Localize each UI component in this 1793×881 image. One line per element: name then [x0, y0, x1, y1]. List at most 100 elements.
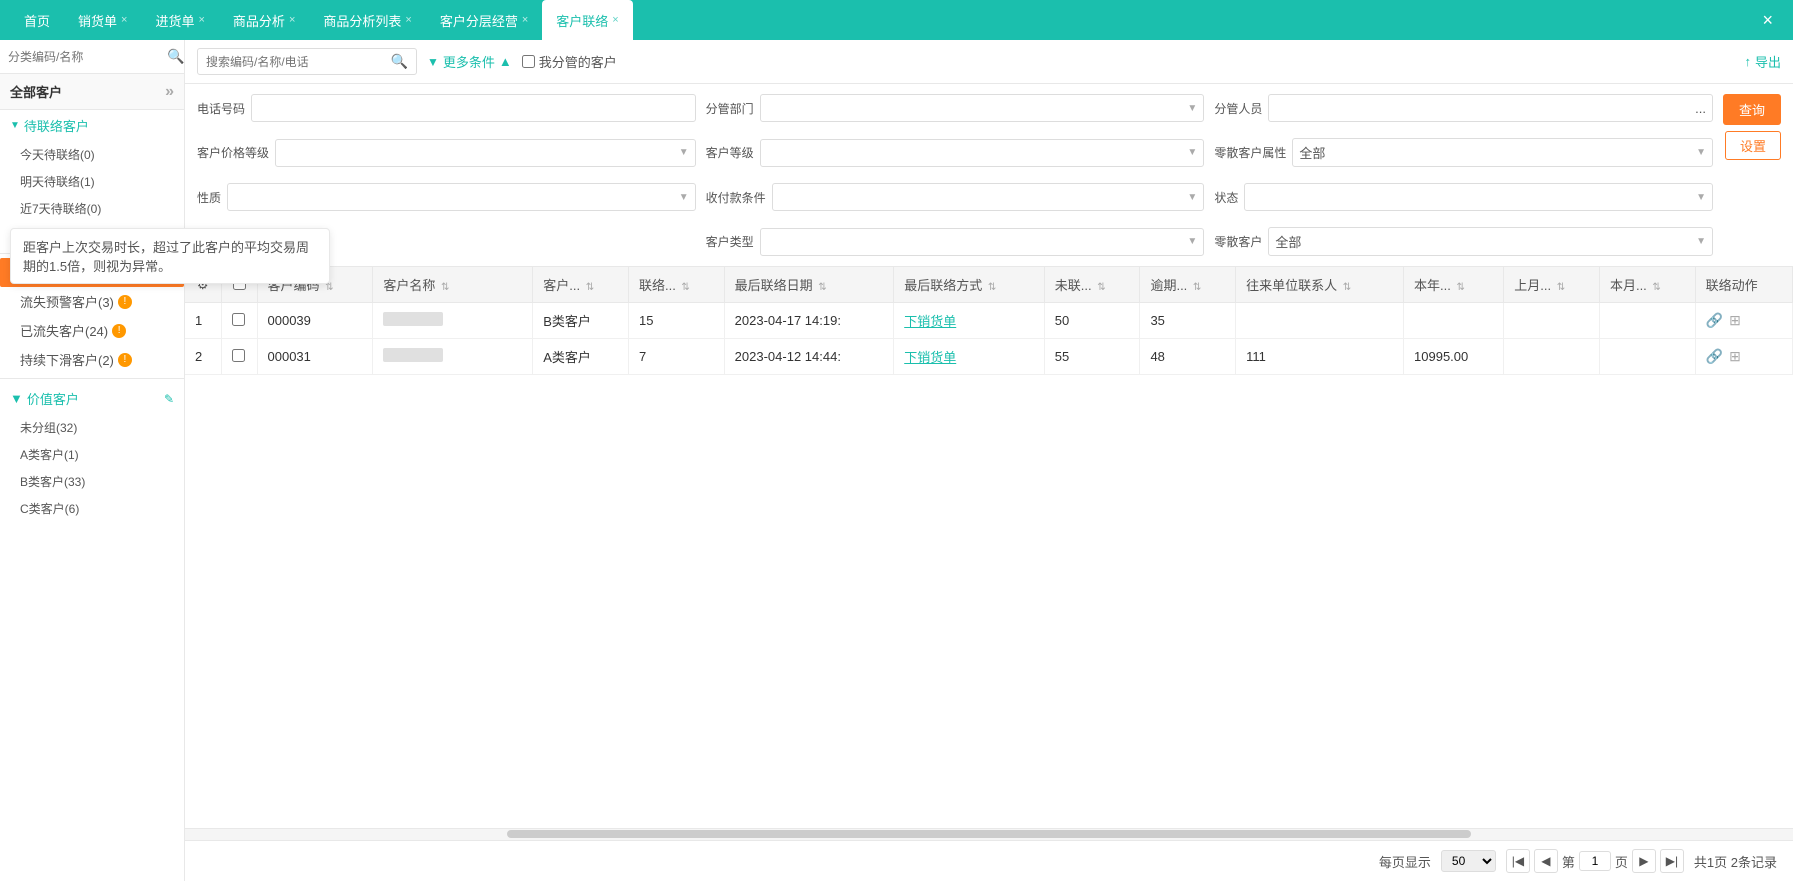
retail-customer-select[interactable]: 全部 ▼ — [1268, 227, 1713, 256]
customer-level-select[interactable]: ▼ — [760, 139, 1205, 167]
col-overdue[interactable]: 逾期... ⇅ — [1140, 267, 1236, 303]
page-next-btn[interactable]: ▶ — [1632, 849, 1656, 873]
nav-purchase-close[interactable]: × — [198, 14, 204, 26]
dept-select[interactable]: ▼ — [760, 94, 1205, 122]
nav-customer-tier-close[interactable]: × — [522, 14, 528, 26]
col-name[interactable]: 客户名称 ⇅ — [373, 267, 533, 303]
nav-goods-analysis-close[interactable]: × — [289, 14, 295, 26]
col-last-month[interactable]: 上月... ⇅ — [1504, 267, 1600, 303]
sidebar-loss-warning[interactable]: 流失预警客户(3) ! — [0, 287, 184, 316]
page-input[interactable] — [1579, 851, 1611, 871]
price-level-select[interactable]: ▼ — [275, 139, 696, 167]
sidebar-tomorrow-contact[interactable]: 明天待联络(1) — [0, 168, 184, 195]
row2-last-method[interactable]: 下销货单 — [894, 339, 1045, 375]
col-last-date[interactable]: 最后联络日期 ⇅ — [724, 267, 894, 303]
col-no-contact[interactable]: 未联... ⇅ — [1044, 267, 1140, 303]
top-nav: 首页 销货单 × 进货单 × 商品分析 × 商品分析列表 × 客户分层经营 × … — [0, 0, 1793, 40]
more-conditions-btn[interactable]: ▼ 更多条件 ▲ — [427, 52, 512, 71]
nav-goods-analysis[interactable]: 商品分析 × — [219, 0, 309, 40]
my-customers-checkbox[interactable] — [522, 55, 535, 68]
nav-customer-tier[interactable]: 客户分层经营 × — [426, 0, 542, 40]
nav-sales[interactable]: 销货单 × — [64, 0, 141, 40]
row1-check[interactable] — [232, 313, 245, 326]
col-last-method[interactable]: 最后联络方式 ⇅ — [894, 267, 1045, 303]
row2-method-link[interactable]: 下销货单 — [904, 350, 956, 365]
status-arrow: ▼ — [1696, 192, 1706, 203]
sidebar-week-contact[interactable]: 近7天待联络(0) — [0, 195, 184, 222]
row1-last-method[interactable]: 下销货单 — [894, 303, 1045, 339]
filter-nature: 性质 ▼ — [197, 183, 696, 211]
filter-dept: 分管部门 ▼ — [706, 94, 1205, 122]
sidebar-class-c[interactable]: C类客户(6) — [0, 495, 184, 522]
sidebar-value-group[interactable]: ▼ 价值客户 ✎ — [0, 383, 184, 414]
scrollbar-track[interactable] — [507, 830, 1472, 838]
row2-checkbox[interactable] — [221, 339, 257, 375]
content-area: 🔍 ▼ 更多条件 ▲ 我分管的客户 ↑ 导出 — [185, 40, 1793, 881]
nav-goods-list-close[interactable]: × — [405, 14, 411, 26]
horizontal-scrollbar[interactable] — [185, 828, 1793, 840]
nav-goods-list[interactable]: 商品分析列表 × — [309, 0, 425, 40]
row2-check[interactable] — [232, 349, 245, 362]
phone-input[interactable] — [251, 94, 696, 122]
row1-overdue: 35 — [1140, 303, 1236, 339]
row1-method-link[interactable]: 下销货单 — [904, 314, 956, 329]
nature-arrow: ▼ — [679, 192, 689, 203]
customer-type-select[interactable]: ▼ — [760, 228, 1205, 256]
main-search-input[interactable] — [206, 55, 391, 69]
nav-sales-close[interactable]: × — [121, 14, 127, 26]
close-all-btn[interactable]: × — [1752, 10, 1783, 31]
payment-select[interactable]: ▼ — [772, 183, 1205, 211]
value-group-edit-icon[interactable]: ✎ — [164, 392, 174, 406]
sidebar-class-a[interactable]: A类客户(1) — [0, 441, 184, 468]
sidebar-today-contact[interactable]: 今天待联络(0) — [0, 141, 184, 168]
lost-customers-info-icon[interactable]: ! — [112, 324, 126, 338]
declining-customers-info-icon[interactable]: ! — [118, 353, 132, 367]
row1-grid-icon[interactable]: ⊞ — [1729, 312, 1741, 329]
status-select[interactable]: ▼ — [1244, 183, 1713, 211]
row1-link-icon[interactable]: 🔗 — [1706, 312, 1723, 329]
nature-select[interactable]: ▼ — [227, 183, 696, 211]
sidebar-search-icon[interactable]: 🔍 — [167, 48, 184, 65]
nav-home[interactable]: 首页 — [10, 0, 64, 40]
row2-grid-icon[interactable]: ⊞ — [1729, 348, 1741, 365]
query-btn[interactable]: 查询 — [1723, 94, 1781, 125]
col-this-year[interactable]: 本年... ⇅ — [1404, 267, 1504, 303]
person-select[interactable]: ... — [1268, 94, 1713, 122]
col-this-month[interactable]: 本月... ⇅ — [1599, 267, 1695, 303]
row2-link-icon[interactable]: 🔗 — [1706, 348, 1723, 365]
row1-checkbox[interactable] — [221, 303, 257, 339]
retail-customer-arrow: ▼ — [1696, 236, 1706, 247]
main-search-icon[interactable]: 🔍 — [391, 53, 408, 70]
nav-customer-contact-close[interactable]: × — [612, 14, 618, 26]
nav-customer-contact[interactable]: 客户联络 × — [542, 0, 632, 40]
sidebar-unclassified[interactable]: 未分组(32) — [0, 414, 184, 441]
page-size-select[interactable]: 50 100 200 — [1441, 850, 1496, 872]
sidebar-lost-customers[interactable]: 已流失客户(24) ! — [0, 316, 184, 345]
col-contacts[interactable]: 往来单位联系人 ⇅ — [1236, 267, 1404, 303]
settings-btn[interactable]: 设置 — [1725, 131, 1781, 160]
person-dots: ... — [1695, 101, 1706, 116]
export-btn[interactable]: ↑ 导出 — [1744, 52, 1781, 71]
od-sort-icon: ⇅ — [1193, 282, 1201, 293]
filter-row-1: 电话号码 分管部门 ▼ 分管人员 — [197, 94, 1713, 122]
cat-sort-icon: ⇅ — [586, 282, 594, 293]
col-contact-count[interactable]: 联络... ⇅ — [628, 267, 724, 303]
sidebar-class-b[interactable]: B类客户(33) — [0, 468, 184, 495]
sidebar-declining-customers[interactable]: 持续下滑客户(2) ! — [0, 345, 184, 374]
nav-purchase[interactable]: 进货单 × — [141, 0, 218, 40]
page-prev-btn[interactable]: ◀ — [1534, 849, 1558, 873]
my-customers-filter[interactable]: 我分管的客户 — [522, 52, 617, 71]
retail-attr-select[interactable]: 全部 ▼ — [1292, 138, 1713, 167]
page-last-btn[interactable]: ▶| — [1660, 849, 1684, 873]
table-container[interactable]: ⚙ 客户编码 ⇅ 客户名称 ⇅ 客户... ⇅ 联络... ⇅ 最后联络日期 ⇅… — [185, 267, 1793, 828]
sidebar-search-input[interactable] — [8, 50, 163, 64]
page-first-btn[interactable]: |◀ — [1506, 849, 1530, 873]
row2-last-month — [1504, 339, 1600, 375]
col-category[interactable]: 客户... ⇅ — [533, 267, 629, 303]
row1-this-year — [1404, 303, 1504, 339]
sidebar-group-waiting[interactable]: ▼ 待联络客户 — [0, 110, 184, 141]
sidebar-collapse-btn[interactable]: » — [165, 83, 174, 101]
sidebar-divider-2 — [0, 378, 184, 379]
customer-level-arrow: ▼ — [1187, 147, 1197, 158]
loss-warning-info-icon[interactable]: ! — [118, 295, 132, 309]
